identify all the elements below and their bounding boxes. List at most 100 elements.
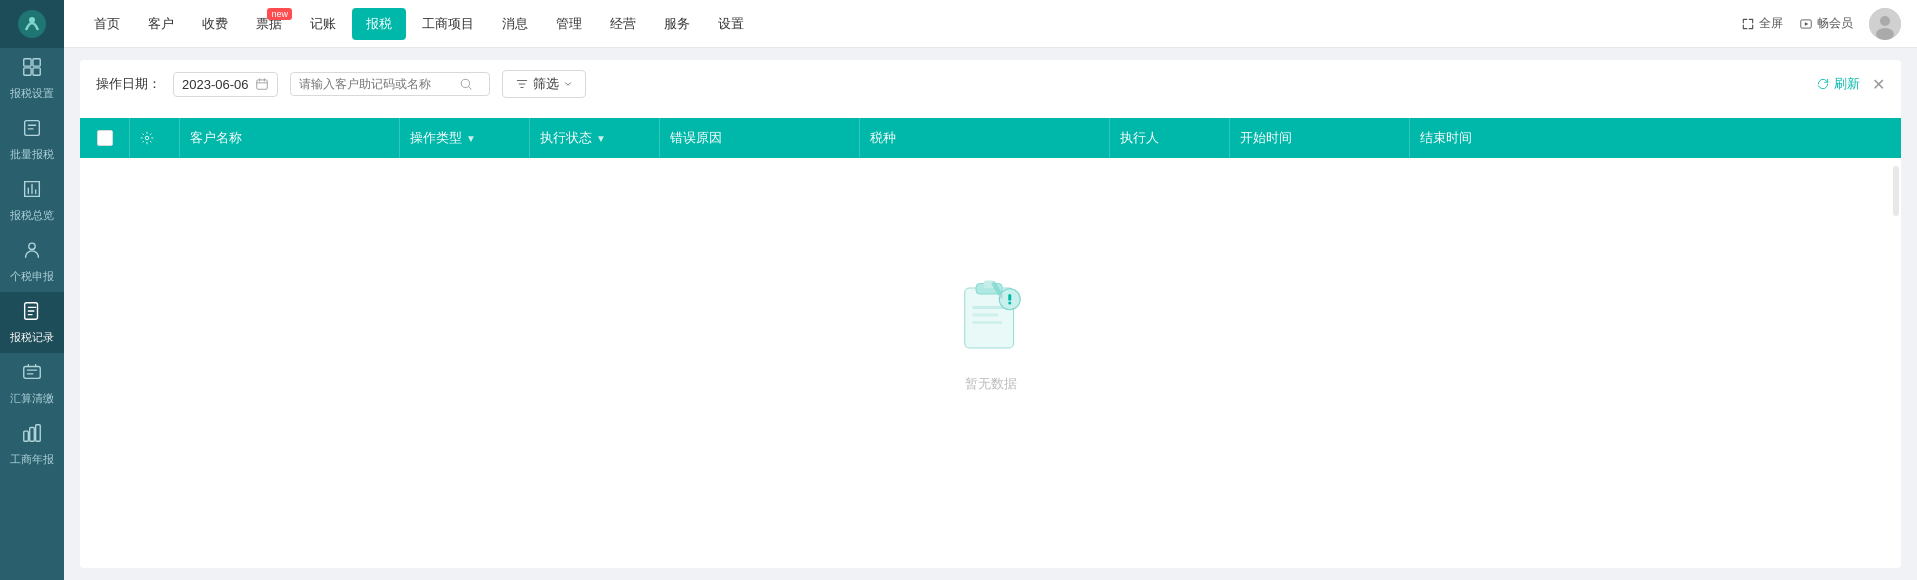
svg-rect-26 xyxy=(972,321,1002,324)
toolbar: 操作日期： 2023-06-06 xyxy=(80,60,1901,108)
nav-service[interactable]: 服务 xyxy=(650,0,704,48)
annual-report-icon xyxy=(21,422,43,449)
svg-marker-14 xyxy=(1805,22,1809,26)
sidebar-item-tax-overview[interactable]: 报税总览 xyxy=(0,170,64,231)
refresh-icon xyxy=(1816,77,1830,91)
svg-point-17 xyxy=(1876,28,1894,40)
date-picker[interactable]: 2023-06-06 xyxy=(173,72,278,97)
nav-message[interactable]: 消息 xyxy=(488,0,542,48)
navbar: 首页 客户 收费 票据 new 记账 报税 工商项目 消息 管理 经营 服务 设… xyxy=(64,0,1917,48)
filter-icon xyxy=(515,77,529,91)
table-body: 暂无数据 xyxy=(80,158,1901,508)
sidebar-item-label: 个税申报 xyxy=(10,269,54,284)
chevron-down-icon xyxy=(563,79,573,89)
nav-invoice[interactable]: 票据 new xyxy=(242,0,296,48)
tax-settings-icon xyxy=(21,56,43,83)
personal-tax-icon xyxy=(21,239,43,266)
th-tax-type: 税种 xyxy=(860,118,1110,158)
date-label: 操作日期： xyxy=(96,75,161,93)
empty-state: 暂无数据 xyxy=(911,233,1071,433)
navbar-right: 全屏 畅会员 xyxy=(1741,8,1901,40)
header-checkbox[interactable] xyxy=(97,130,113,146)
sidebar-item-tax-settings[interactable]: 报税设置 xyxy=(0,48,64,109)
svg-point-29 xyxy=(1008,302,1011,305)
svg-rect-2 xyxy=(24,59,31,66)
empty-illustration xyxy=(951,273,1031,363)
sidebar: 报税设置 批量报税 报税总览 个税申报 xyxy=(0,0,64,580)
svg-rect-28 xyxy=(1008,294,1011,301)
refresh-button[interactable]: 刷新 xyxy=(1816,75,1860,93)
search-box[interactable] xyxy=(290,72,490,96)
th-exec-status[interactable]: 执行状态 ▼ xyxy=(530,118,660,158)
close-button[interactable]: ✕ xyxy=(1872,75,1885,94)
tax-overview-icon xyxy=(21,178,43,205)
svg-rect-3 xyxy=(33,59,40,66)
filter-button[interactable]: 筛选 xyxy=(502,70,586,98)
logo xyxy=(0,0,64,48)
nav-operations[interactable]: 经营 xyxy=(596,0,650,48)
search-input[interactable] xyxy=(299,77,459,91)
svg-point-16 xyxy=(1880,16,1890,26)
svg-rect-5 xyxy=(33,68,40,75)
nav-tax[interactable]: 报税 xyxy=(352,8,406,40)
nav-management[interactable]: 管理 xyxy=(542,0,596,48)
member-btn[interactable]: 畅会员 xyxy=(1799,15,1853,32)
scrollbar[interactable] xyxy=(1893,166,1899,216)
toolbar-right: 刷新 ✕ xyxy=(1816,75,1885,94)
new-badge: new xyxy=(267,8,292,20)
th-checkbox[interactable] xyxy=(80,118,130,158)
svg-rect-6 xyxy=(25,121,40,136)
sidebar-item-label: 汇算清缴 xyxy=(10,391,54,406)
svg-rect-4 xyxy=(24,68,31,75)
fullscreen-icon xyxy=(1741,17,1755,31)
svg-rect-18 xyxy=(256,80,267,89)
th-error-reason: 错误原因 xyxy=(660,118,860,158)
nav-home[interactable]: 首页 xyxy=(80,0,134,48)
fullscreen-btn[interactable]: 全屏 xyxy=(1741,15,1783,32)
sidebar-item-label: 报税设置 xyxy=(10,86,54,101)
sidebar-item-label: 批量报税 xyxy=(10,147,54,162)
sidebar-item-label: 工商年报 xyxy=(10,452,54,467)
sort-icon-op-type: ▼ xyxy=(466,133,476,144)
th-start-time: 开始时间 xyxy=(1230,118,1410,158)
nav-collection[interactable]: 收费 xyxy=(188,0,242,48)
batch-tax-icon xyxy=(21,117,43,144)
sidebar-item-personal-tax[interactable]: 个税申报 xyxy=(0,231,64,292)
th-settings xyxy=(130,118,180,158)
settings-icon xyxy=(140,131,154,145)
sidebar-item-tax-records[interactable]: 报税记录 xyxy=(0,292,64,353)
svg-rect-10 xyxy=(24,431,29,441)
th-end-time: 结束时间 xyxy=(1410,118,1560,158)
main-area: 首页 客户 收费 票据 new 记账 报税 工商项目 消息 管理 经营 服务 设… xyxy=(64,0,1917,580)
content-area: 操作日期： 2023-06-06 xyxy=(64,48,1917,580)
tax-records-icon xyxy=(21,300,43,327)
settlement-icon xyxy=(21,361,43,388)
empty-text: 暂无数据 xyxy=(965,375,1017,393)
table-header: 客户名称 操作类型 ▼ 执行状态 ▼ 错误原因 税种 执行人 xyxy=(80,118,1901,158)
svg-point-7 xyxy=(29,243,35,249)
th-executor: 执行人 xyxy=(1110,118,1230,158)
svg-rect-11 xyxy=(30,428,35,442)
sidebar-item-settlement[interactable]: 汇算清缴 xyxy=(0,353,64,414)
sort-icon-exec-status: ▼ xyxy=(596,133,606,144)
svg-rect-24 xyxy=(972,306,1006,309)
nav-business[interactable]: 工商项目 xyxy=(408,0,488,48)
nav-accounts[interactable]: 记账 xyxy=(296,0,350,48)
date-value: 2023-06-06 xyxy=(182,77,249,92)
nav-settings[interactable]: 设置 xyxy=(704,0,758,48)
th-customer: 客户名称 xyxy=(180,118,400,158)
sidebar-item-annual-report[interactable]: 工商年报 xyxy=(0,414,64,475)
svg-point-1 xyxy=(29,17,35,23)
sidebar-item-label: 报税总览 xyxy=(10,208,54,223)
sidebar-item-label: 报税记录 xyxy=(10,330,54,345)
svg-point-19 xyxy=(461,79,469,87)
nav-customer[interactable]: 客户 xyxy=(134,0,188,48)
th-op-type[interactable]: 操作类型 ▼ xyxy=(400,118,530,158)
svg-point-20 xyxy=(145,136,149,140)
avatar-image xyxy=(1869,8,1901,40)
play-icon xyxy=(1799,17,1813,31)
user-avatar[interactable] xyxy=(1869,8,1901,40)
svg-rect-12 xyxy=(36,425,41,442)
search-icon xyxy=(459,77,473,91)
sidebar-item-batch-tax[interactable]: 批量报税 xyxy=(0,109,64,170)
